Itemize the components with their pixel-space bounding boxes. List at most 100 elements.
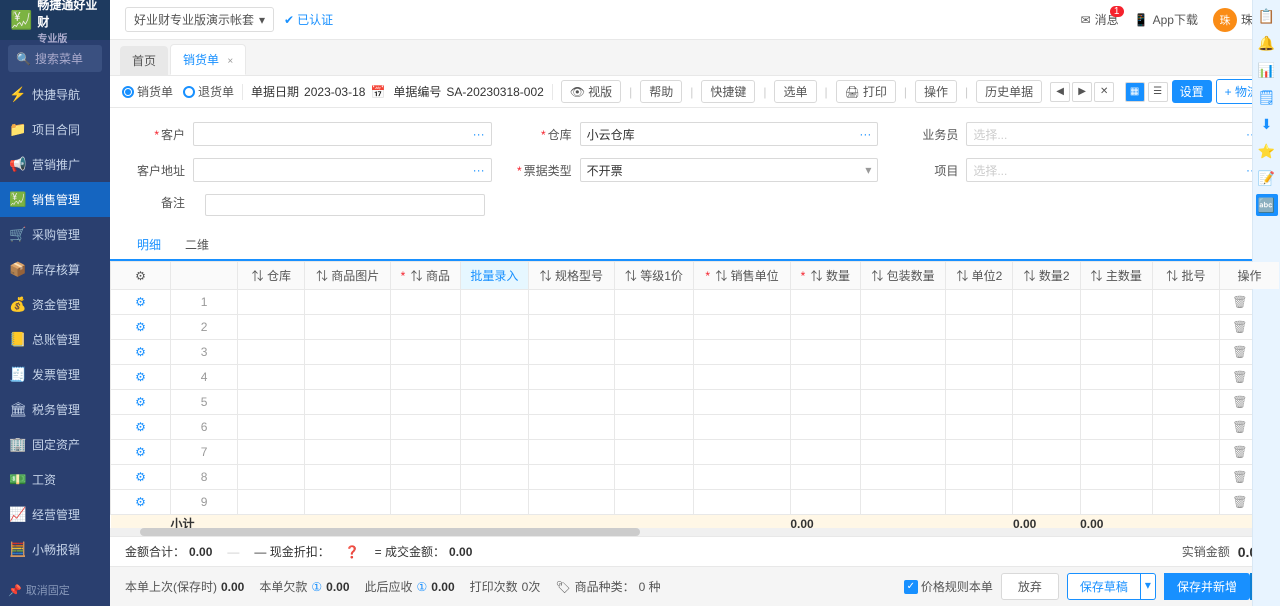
th-qty[interactable]: ⇅ 数量 [790,262,860,290]
row-delete-icon-7[interactable]: 🗑 [1232,444,1248,460]
cell-unit2-8[interactable] [946,465,1013,490]
cell-img-3[interactable] [305,340,391,365]
cell-mainqty-2[interactable] [1080,315,1152,340]
row-delete-icon-3[interactable]: 🗑 [1232,344,1248,360]
cell-batch-6[interactable] [1152,415,1219,440]
row-settings-icon[interactable]: ⚙ [135,295,146,309]
table-row[interactable]: ⚙ 3 🗑 📋 [111,340,1280,365]
staff-input[interactable]: 选择... ··· [966,122,1265,146]
cell-qty2-2[interactable] [1013,315,1080,340]
cell-price1-2[interactable] [614,315,694,340]
receivable-symbol[interactable]: ① [417,580,428,594]
cell-qty-4[interactable] [790,365,860,390]
cell-price1-9[interactable] [614,490,694,515]
row-settings-icon[interactable]: ⚙ [135,470,146,484]
cell-img-4[interactable] [305,365,391,390]
cell-warehouse-8[interactable] [238,465,305,490]
cell-warehouse-6[interactable] [238,415,305,440]
row-delete-icon-4[interactable]: 🗑 [1232,369,1248,385]
cell-batchimport-2[interactable] [460,315,528,340]
cell-batchimport-9[interactable] [460,490,528,515]
cell-unit-9[interactable] [694,490,791,515]
horizontal-scrollbar[interactable] [110,528,1280,536]
cell-qty-5[interactable] [790,390,860,415]
sidebar-item-project[interactable]: 📁 项目合同 [0,112,110,147]
customer-dots[interactable]: ··· [473,127,485,141]
sidebar-item-management[interactable]: 📈 经营管理 [0,497,110,532]
row-delete-icon-2[interactable]: 🗑 [1232,319,1248,335]
cell-batch-4[interactable] [1152,365,1219,390]
cell-mainqty-4[interactable] [1080,365,1152,390]
cell-unit2-4[interactable] [946,365,1013,390]
message-btn[interactable]: ✉ 消息 1 [1081,11,1119,28]
row-delete-icon-1[interactable]: 🗑 [1232,294,1248,310]
sidebar-item-purchase[interactable]: 🛒 采购管理 [0,217,110,252]
th-product-img[interactable]: ⇅ 商品图片 [305,262,391,290]
th-spec[interactable]: ⇅ 规格型号 [529,262,615,290]
cell-settings-7[interactable]: ⚙ [111,440,171,465]
cell-warehouse-4[interactable] [238,365,305,390]
shortcut-btn[interactable]: 快捷键 [701,80,755,103]
sidebar-item-quicknav[interactable]: ⚡ 快捷导航 [0,77,110,112]
close-btn[interactable]: ✕ [1094,82,1114,102]
cell-unit2-1[interactable] [946,290,1013,315]
table-row[interactable]: ⚙ 1 🗑 📋 [111,290,1280,315]
rp-icon-1[interactable]: 📋 [1256,5,1278,27]
cell-unit-8[interactable] [694,465,791,490]
sidebar-item-expense[interactable]: 🧮 小畅报销 [0,532,110,567]
cell-warehouse-5[interactable] [238,390,305,415]
cell-price1-5[interactable] [614,390,694,415]
table-row[interactable]: ⚙ 5 🗑 📋 [111,390,1280,415]
cell-spec-2[interactable] [529,315,615,340]
cell-qty-3[interactable] [790,340,860,365]
sidebar-item-tax[interactable]: 🏛 税务管理 [0,392,110,427]
cell-price1-6[interactable] [614,415,694,440]
cell-settings-8[interactable]: ⚙ [111,465,171,490]
row-delete-icon-6[interactable]: 🗑 [1232,419,1248,435]
cell-warehouse-9[interactable] [238,490,305,515]
cell-settings-1[interactable]: ⚙ [111,290,171,315]
row-delete-icon-9[interactable]: 🗑 [1232,494,1248,510]
cell-product-1[interactable] [390,290,460,315]
sidebar-item-sales[interactable]: 💹 销售管理 [0,182,110,217]
save-draft-button[interactable]: 保存草稿 [1067,573,1141,600]
cell-product-8[interactable] [390,465,460,490]
cell-mainqty-5[interactable] [1080,390,1152,415]
cell-mainqty-9[interactable] [1080,490,1152,515]
cell-batch-1[interactable] [1152,290,1219,315]
cell-unit2-5[interactable] [946,390,1013,415]
cell-qty2-3[interactable] [1013,340,1080,365]
cell-spec-9[interactable] [529,490,615,515]
th-settings[interactable]: ⚙ [111,262,171,290]
save-draft-arrow[interactable]: ▾ [1141,573,1156,600]
tab-2d[interactable]: 二维 [173,230,221,259]
cell-qty2-4[interactable] [1013,365,1080,390]
scroll-thumb[interactable] [140,528,640,536]
th-warehouse[interactable]: ⇅ 仓库 [238,262,305,290]
help-btn[interactable]: 帮助 [640,80,682,103]
calendar-icon[interactable]: 📅 [370,85,385,99]
cell-batchimport-3[interactable] [460,340,528,365]
cell-packqty-1[interactable] [860,290,946,315]
cell-qty2-8[interactable] [1013,465,1080,490]
cell-mainqty-1[interactable] [1080,290,1152,315]
cell-batchimport-8[interactable] [460,465,528,490]
th-product[interactable]: ⇅ 商品 [390,262,460,290]
print-btn[interactable]: 🖨 打印 [836,80,896,103]
cell-qty-9[interactable] [790,490,860,515]
cell-settings-6[interactable]: ⚙ [111,415,171,440]
table-row[interactable]: ⚙ 2 🗑 📋 [111,315,1280,340]
cell-packqty-5[interactable] [860,390,946,415]
cell-batch-2[interactable] [1152,315,1219,340]
table-row[interactable]: ⚙ 7 🗑 📋 [111,440,1280,465]
cell-qty-2[interactable] [790,315,860,340]
cell-img-7[interactable] [305,440,391,465]
cell-product-5[interactable] [390,390,460,415]
th-qty2[interactable]: ⇅ 数量2 [1013,262,1080,290]
next-btn[interactable]: ▶ [1072,82,1092,102]
cell-qty-1[interactable] [790,290,860,315]
cell-qty-8[interactable] [790,465,860,490]
cell-batchimport-4[interactable] [460,365,528,390]
cell-price1-4[interactable] [614,365,694,390]
cell-product-2[interactable] [390,315,460,340]
